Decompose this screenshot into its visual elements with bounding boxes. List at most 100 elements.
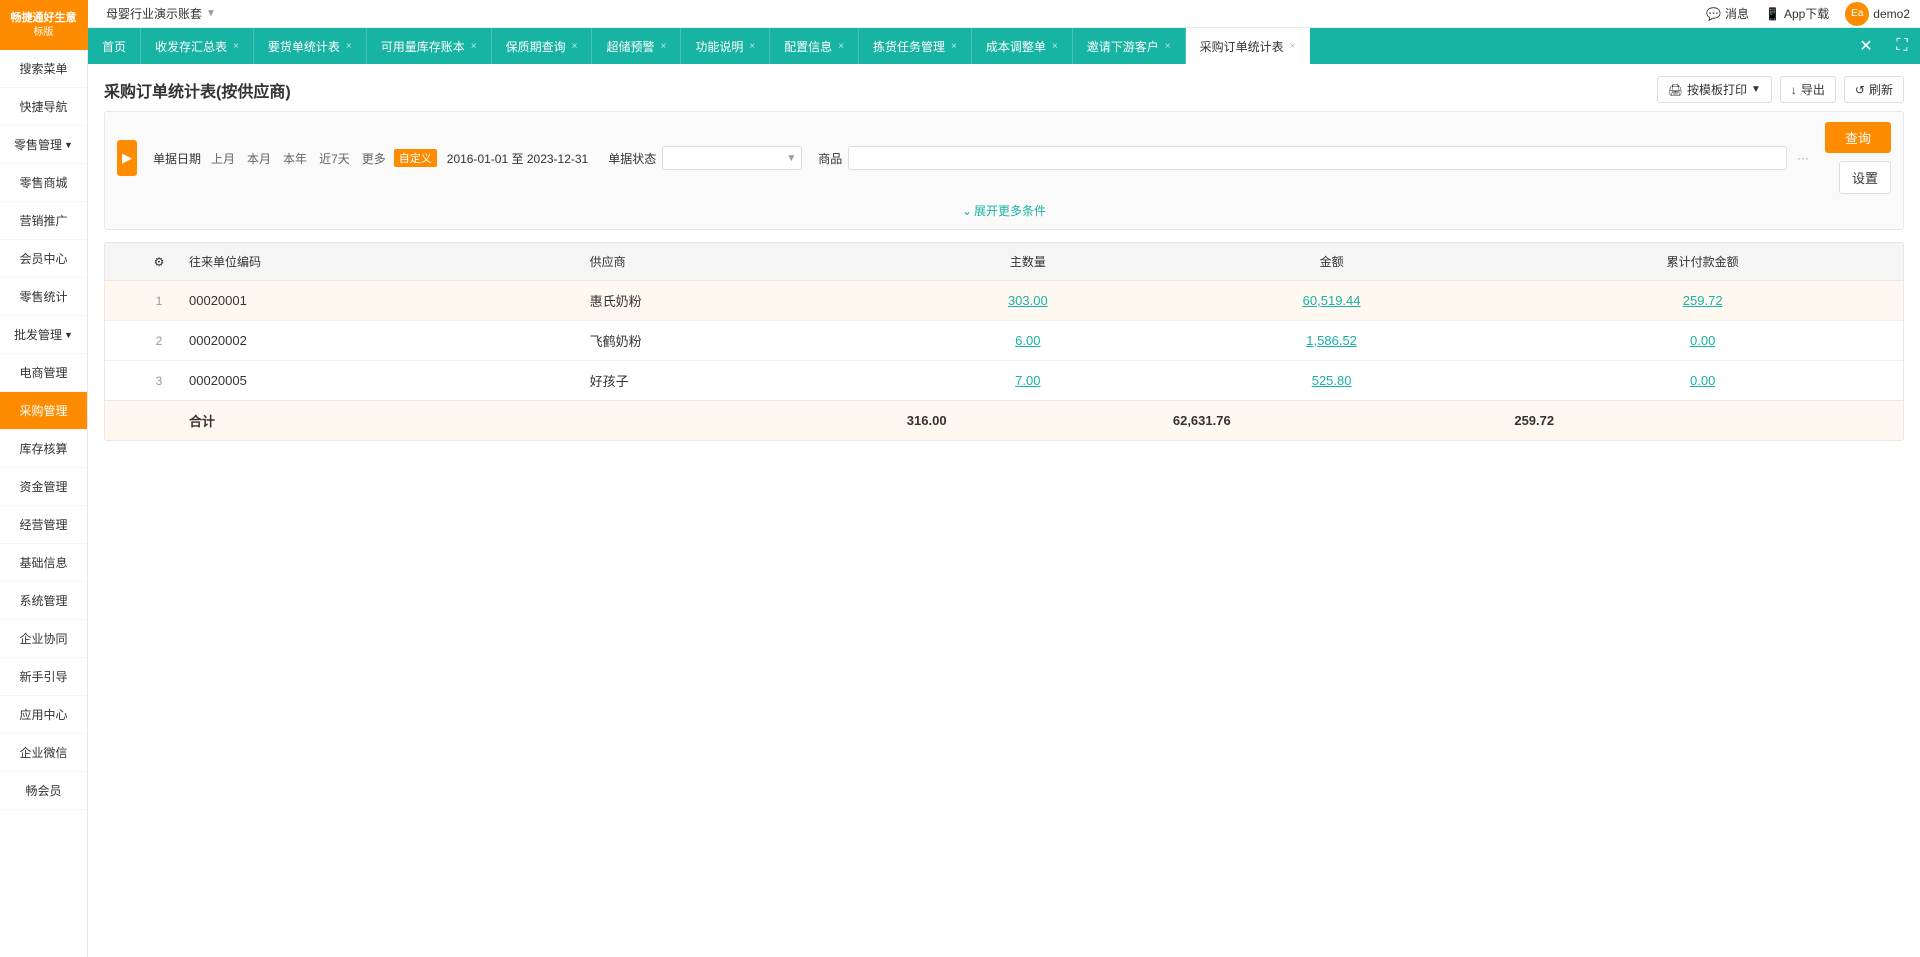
col-settings-header[interactable]: ⚙ bbox=[141, 243, 177, 281]
tab-close-9[interactable]: × bbox=[1052, 41, 1058, 52]
print-button[interactable]: 🖨 按模板打印 ▼ bbox=[1657, 76, 1772, 103]
sidebar-item-16[interactable]: 新手引导 bbox=[0, 658, 87, 696]
sidebar-item-14[interactable]: 系统管理 bbox=[0, 582, 87, 620]
sidebar-item-12[interactable]: 经营管理 bbox=[0, 506, 87, 544]
cell-paid-0[interactable]: 259.72 bbox=[1502, 281, 1903, 321]
table-row[interactable]: 3 00020005 好孩子 7.00 525.80 0.00 bbox=[105, 361, 1903, 401]
cell-no-1: 2 bbox=[141, 321, 177, 361]
tab-close-5[interactable]: × bbox=[660, 41, 666, 52]
sidebar-item-3[interactable]: 零售商城 bbox=[0, 164, 87, 202]
export-button[interactable]: ↓ 导出 bbox=[1780, 76, 1836, 103]
expand-conditions-btn[interactable]: ⌄ 展开更多条件 bbox=[962, 202, 1046, 219]
footer-supplier-empty bbox=[578, 401, 895, 441]
tab-9[interactable]: 成本调整单× bbox=[972, 28, 1073, 64]
sidebar-item-11[interactable]: 资金管理 bbox=[0, 468, 87, 506]
col-qty-header: 主数量 bbox=[895, 243, 1161, 281]
tab-3[interactable]: 可用量库存账本× bbox=[367, 28, 492, 64]
workspace-selector[interactable]: 母婴行业演示账套 ▼ bbox=[98, 5, 224, 22]
tab-close-7[interactable]: × bbox=[838, 41, 844, 52]
cell-expand-2 bbox=[105, 361, 141, 401]
goods-more-icon[interactable]: ··· bbox=[1797, 151, 1809, 165]
print-label: 按模板打印 bbox=[1687, 81, 1747, 98]
tab-4[interactable]: 保质期查询× bbox=[492, 28, 593, 64]
status-select[interactable] bbox=[662, 146, 802, 170]
tab-close-11[interactable]: × bbox=[1290, 41, 1296, 52]
tab-0[interactable]: 首页 bbox=[88, 28, 141, 64]
page-title: 采购订单统计表(按供应商) bbox=[104, 78, 291, 102]
sidebar-item-1[interactable]: 快捷导航 bbox=[0, 88, 87, 126]
username-label: demo2 bbox=[1873, 7, 1910, 21]
tab-close-2[interactable]: × bbox=[346, 41, 352, 52]
refresh-icon: ↺ bbox=[1855, 83, 1865, 97]
close-tab-button[interactable]: ✕ bbox=[1848, 28, 1884, 64]
user-menu[interactable]: Ea demo2 bbox=[1845, 2, 1910, 26]
shortcut-custom[interactable]: 自定义 bbox=[394, 149, 437, 167]
tab-1[interactable]: 收发存汇总表× bbox=[141, 28, 254, 64]
settings-button[interactable]: 设置 bbox=[1839, 161, 1891, 194]
sidebar-item-13[interactable]: 基础信息 bbox=[0, 544, 87, 582]
sidebar-item-2[interactable]: 零售管理▼ bbox=[0, 126, 87, 164]
sidebar-item-18[interactable]: 企业微信 bbox=[0, 734, 87, 772]
expand-row: ⌄ 展开更多条件 bbox=[117, 202, 1891, 219]
data-table: ⚙ 往来单位编码 供应商 主数量 金额 累计付款金额 1 00020001 惠氏… bbox=[105, 243, 1903, 440]
tab-7[interactable]: 配置信息× bbox=[770, 28, 859, 64]
shortcut-prev-month[interactable]: 上月 bbox=[207, 148, 239, 169]
app-download-button[interactable]: 📱 App下载 bbox=[1765, 5, 1829, 22]
date-from: 2016-01-01 bbox=[447, 152, 508, 166]
table-footer-row: 合计 316.00 62,631.76 259.72 bbox=[105, 401, 1903, 441]
goods-input[interactable] bbox=[848, 146, 1787, 170]
table-row[interactable]: 2 00020002 飞鹤奶粉 6.00 1,586.52 0.00 bbox=[105, 321, 1903, 361]
tab-5[interactable]: 超储预警× bbox=[592, 28, 681, 64]
tab-label-11: 采购订单统计表 bbox=[1200, 38, 1284, 55]
cell-amount-2[interactable]: 525.80 bbox=[1161, 361, 1502, 401]
sidebar-item-0[interactable]: 搜索菜单 bbox=[0, 50, 87, 88]
print-dropdown-icon: ▼ bbox=[1751, 84, 1761, 95]
cell-qty-0[interactable]: 303.00 bbox=[895, 281, 1161, 321]
tab-close-1[interactable]: × bbox=[233, 41, 239, 52]
refresh-button[interactable]: ↺ 刷新 bbox=[1844, 76, 1904, 103]
cell-amount-0[interactable]: 60,519.44 bbox=[1161, 281, 1502, 321]
query-button[interactable]: 查询 bbox=[1825, 122, 1891, 153]
sidebar-item-19[interactable]: 畅会员 bbox=[0, 772, 87, 810]
cell-amount-1[interactable]: 1,586.52 bbox=[1161, 321, 1502, 361]
cell-qty-1[interactable]: 6.00 bbox=[895, 321, 1161, 361]
tab-label-8: 拣货任务管理 bbox=[873, 38, 945, 55]
workspace-label: 母婴行业演示账套 bbox=[106, 5, 202, 22]
date-to: 2023-12-31 bbox=[527, 152, 588, 166]
phone-icon: 📱 bbox=[1765, 7, 1780, 21]
shortcut-7days[interactable]: 近7天 bbox=[315, 148, 354, 169]
shortcut-this-month[interactable]: 本月 bbox=[243, 148, 275, 169]
table-row[interactable]: 1 00020001 惠氏奶粉 303.00 60,519.44 259.72 bbox=[105, 281, 1903, 321]
shortcut-this-year[interactable]: 本年 bbox=[279, 148, 311, 169]
tab-10[interactable]: 邀请下游客户× bbox=[1073, 28, 1186, 64]
filter-collapse-btn[interactable]: ▶ bbox=[117, 140, 137, 176]
sidebar-item-9[interactable]: 采购管理 bbox=[0, 392, 87, 430]
tab-11[interactable]: 采购订单统计表 × bbox=[1186, 28, 1311, 64]
sidebar-item-5[interactable]: 会员中心 bbox=[0, 240, 87, 278]
cell-qty-2[interactable]: 7.00 bbox=[895, 361, 1161, 401]
tab-6[interactable]: 功能说明× bbox=[681, 28, 770, 64]
page-actions: 🖨 按模板打印 ▼ ↓ 导出 ↺ 刷新 bbox=[1657, 76, 1904, 103]
export-icon: ↓ bbox=[1791, 83, 1797, 97]
expand-icon: ⌄ bbox=[962, 204, 972, 218]
sidebar-item-4[interactable]: 营销推广 bbox=[0, 202, 87, 240]
sidebar-item-8[interactable]: 电商管理 bbox=[0, 354, 87, 392]
tab-2[interactable]: 要货单统计表× bbox=[254, 28, 367, 64]
message-button[interactable]: 💬 消息 bbox=[1706, 5, 1749, 22]
shortcut-more[interactable]: 更多 bbox=[358, 148, 390, 169]
sidebar-item-6[interactable]: 零售统计 bbox=[0, 278, 87, 316]
sidebar-item-17[interactable]: 应用中心 bbox=[0, 696, 87, 734]
tab-close-6[interactable]: × bbox=[749, 41, 755, 52]
cell-supplier-2: 好孩子 bbox=[578, 361, 895, 401]
cell-paid-1[interactable]: 0.00 bbox=[1502, 321, 1903, 361]
tab-8[interactable]: 拣货任务管理 × bbox=[859, 28, 972, 64]
tab-close-4[interactable]: × bbox=[572, 41, 578, 52]
tab-close-3[interactable]: × bbox=[471, 41, 477, 52]
sidebar-item-15[interactable]: 企业协同 bbox=[0, 620, 87, 658]
tab-close-8[interactable]: × bbox=[951, 41, 957, 52]
sidebar-item-10[interactable]: 库存核算 bbox=[0, 430, 87, 468]
tab-close-10[interactable]: × bbox=[1165, 41, 1171, 52]
cell-paid-2[interactable]: 0.00 bbox=[1502, 361, 1903, 401]
maximize-button[interactable]: ⛶ bbox=[1884, 28, 1920, 64]
sidebar-item-7[interactable]: 批发管理▼ bbox=[0, 316, 87, 354]
